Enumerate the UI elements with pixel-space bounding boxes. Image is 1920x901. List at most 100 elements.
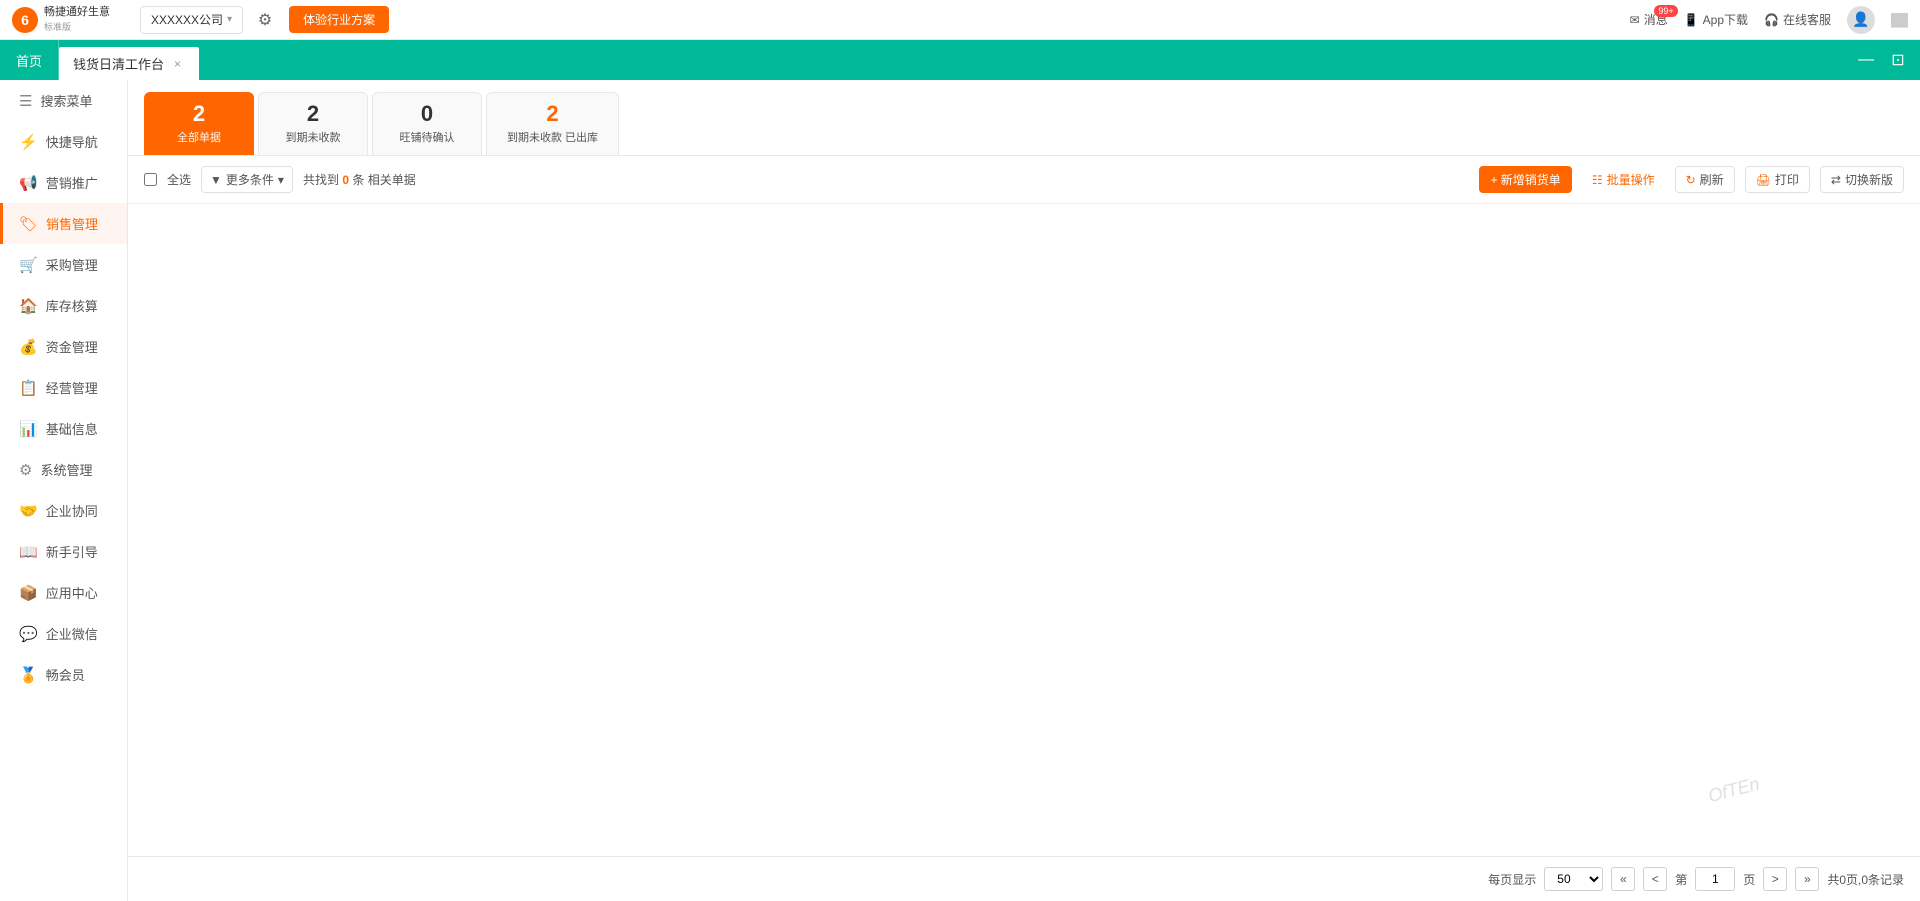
sidebar-icon-purchase: 🛒 <box>19 256 38 274</box>
home-tab[interactable]: 首页 <box>0 40 59 80</box>
sidebar-item-member[interactable]: 🏅畅会员 <box>0 654 127 695</box>
sidebar-label-operations: 经营管理 <box>46 378 98 397</box>
app-name: 畅捷通好生意 <box>44 6 110 19</box>
page-label: 第 <box>1675 871 1687 888</box>
sidebar-label-purchase: 采购管理 <box>46 255 98 274</box>
user-name[interactable]: ██ <box>1891 13 1908 27</box>
message-icon: ✉ <box>1630 13 1640 27</box>
sidebar-label-member: 畅会员 <box>46 665 85 684</box>
sidebar-icon-operations: 📋 <box>19 379 38 397</box>
sidebar-label-marketing: 营销推广 <box>46 173 98 192</box>
last-page-button[interactable]: » <box>1795 867 1819 891</box>
sidebar-label-enterprise-wechat: 企业微信 <box>46 624 98 643</box>
sidebar-item-search-menu[interactable]: ☰搜索菜单 <box>0 80 127 121</box>
top-right-actions: ✉ 消息 99+ 📱 App下载 🎧 在线客服 👤 ██ <box>1630 6 1908 34</box>
main-content: 2 全部单据 2 到期未收款 0 旺铺待确认 2 到期未收款 已出库 全选 ▼ … <box>128 80 1920 901</box>
total-info: 共0页,0条记录 <box>1827 871 1904 888</box>
minimize-button[interactable]: — <box>1854 48 1878 72</box>
toolbar: 全选 ▼ 更多条件 ▾ 共找到 0 条 相关单据 + 新增销货单 ☷ 批量操作 … <box>128 156 1920 204</box>
refresh-label: 刷新 <box>1700 171 1724 188</box>
add-sales-button[interactable]: + 新增销货单 <box>1479 166 1571 193</box>
logo-icon: 6 <box>12 7 38 33</box>
sidebar-icon-cooperation: 🤝 <box>19 502 38 520</box>
sidebar-icon-quick-nav: ⚡ <box>19 133 38 151</box>
sidebar-item-quick-nav[interactable]: ⚡ 快捷导航 <box>0 121 127 162</box>
filter-dropdown-icon: ▾ <box>278 173 284 187</box>
app-download-icon: 📱 <box>1684 13 1699 27</box>
list-area <box>128 204 1920 704</box>
sidebar-item-finance[interactable]: 💰资金管理 <box>0 326 127 367</box>
sidebar-item-operations[interactable]: 📋 经营管理 <box>0 367 127 408</box>
stat-label-pending: 旺铺待确认 <box>393 129 461 145</box>
stat-tab-overdue[interactable]: 2 到期未收款 <box>258 92 368 155</box>
toolbar-right: + 新增销货单 ☷ 批量操作 ↻ 刷新 🖨 打印 ⇄ 切换新版 <box>1479 166 1904 193</box>
sidebar: ☰搜索菜单 ⚡ 快捷导航 📢 营销推广 🏷销售管理 🛒 采购管理 🏠库存核算💰资金管理 📋 经营管理… <box>0 80 128 901</box>
workbench-tab[interactable]: 钱货日清工作台 × <box>59 44 199 80</box>
company-name: XXXXXX公司 <box>151 11 223 28</box>
sidebar-item-app-center[interactable]: 📦 应用中心 <box>0 572 127 613</box>
sidebar-icon-enterprise-wechat: 💬 <box>19 625 38 643</box>
user-avatar[interactable]: 👤 <box>1847 6 1875 34</box>
prev-page-button[interactable]: < <box>1643 867 1667 891</box>
refresh-icon: ↻ <box>1686 173 1696 187</box>
stat-tab-overdue-out[interactable]: 2 到期未收款 已出库 <box>486 92 619 155</box>
filter-label: 更多条件 <box>226 171 274 188</box>
online-service-label: 在线客服 <box>1783 11 1831 28</box>
first-page-button[interactable]: « <box>1611 867 1635 891</box>
print-button[interactable]: 🖨 打印 <box>1745 166 1810 193</box>
sidebar-item-guide[interactable]: 📖新手引导 <box>0 531 127 572</box>
per-page-label: 每页显示 <box>1488 871 1536 888</box>
sidebar-item-purchase[interactable]: 🛒 采购管理 <box>0 244 127 285</box>
sidebar-icon-finance: 💰 <box>19 338 38 356</box>
sidebar-label-quick-nav: 快捷导航 <box>46 132 98 151</box>
next-page-button[interactable]: > <box>1763 867 1787 891</box>
sidebar-item-basic-info[interactable]: 📊基础信息 <box>0 408 127 449</box>
select-all-label: 全选 <box>167 171 191 188</box>
page-input[interactable] <box>1695 867 1735 891</box>
company-dropdown-icon: ▾ <box>227 14 232 25</box>
sidebar-label-search-menu: 搜索菜单 <box>40 91 92 110</box>
print-icon: 🖨 <box>1756 173 1771 187</box>
stat-tab-all[interactable]: 2 全部单据 <box>144 92 254 155</box>
messages-button[interactable]: ✉ 消息 99+ <box>1630 11 1668 28</box>
sidebar-label-app-center: 应用中心 <box>46 583 98 602</box>
settings-button[interactable]: ⚙ <box>251 6 279 34</box>
sidebar-icon-marketing: 📢 <box>19 174 38 192</box>
print-label: 打印 <box>1775 171 1799 188</box>
app-download-button[interactable]: 📱 App下载 <box>1684 11 1748 28</box>
found-count: 0 <box>342 173 349 187</box>
messages-badge: 99+ <box>1654 5 1677 17</box>
stat-label-overdue: 到期未收款 <box>279 129 347 145</box>
batch-label: 批量操作 <box>1607 171 1655 188</box>
select-all-checkbox[interactable] <box>144 173 157 186</box>
sidebar-icon-app-center: 📦 <box>19 584 38 602</box>
found-text: 共找到 0 条 相关单据 <box>303 171 416 188</box>
refresh-button[interactable]: ↻ 刷新 <box>1675 166 1735 193</box>
stat-label-overdue-out: 到期未收款 已出库 <box>507 129 598 145</box>
sidebar-item-enterprise-wechat[interactable]: 💬 企业微信 <box>0 613 127 654</box>
sidebar-item-inventory[interactable]: 🏠库存核算 <box>0 285 127 326</box>
sidebar-icon-sales: 🏷 <box>19 215 38 233</box>
sidebar-label-cooperation: 企业协同 <box>46 501 98 520</box>
sidebar-icon-basic-info: 📊 <box>19 420 38 438</box>
sidebar-item-marketing[interactable]: 📢 营销推广 <box>0 162 127 203</box>
company-selector[interactable]: XXXXXX公司 ▾ <box>140 6 243 34</box>
online-service-button[interactable]: 🎧 在线客服 <box>1764 11 1831 28</box>
maximize-button[interactable]: ⊡ <box>1886 48 1910 72</box>
headset-icon: 🎧 <box>1764 13 1779 27</box>
tab-close-button[interactable]: × <box>170 55 185 73</box>
page-suffix: 页 <box>1743 871 1755 888</box>
batch-icon: ☷ <box>1592 173 1603 187</box>
switch-version-button[interactable]: ⇄ 切换新版 <box>1820 166 1904 193</box>
sidebar-item-system[interactable]: ⚙系统管理 <box>0 449 127 490</box>
per-page-select[interactable]: 50 10 20 100 <box>1544 867 1603 891</box>
stat-tab-pending[interactable]: 0 旺铺待确认 <box>372 92 482 155</box>
filter-button[interactable]: ▼ 更多条件 ▾ <box>201 166 293 193</box>
filter-icon: ▼ <box>210 173 222 187</box>
app-tag: 标准版 <box>44 20 110 33</box>
sidebar-item-cooperation[interactable]: 🤝 企业协同 <box>0 490 127 531</box>
trial-button[interactable]: 体验行业方案 <box>289 6 389 33</box>
sidebar-item-sales[interactable]: 🏷销售管理 <box>0 203 127 244</box>
sidebar-icon-inventory: 🏠 <box>19 297 38 315</box>
batch-operations-button[interactable]: ☷ 批量操作 <box>1582 167 1665 192</box>
